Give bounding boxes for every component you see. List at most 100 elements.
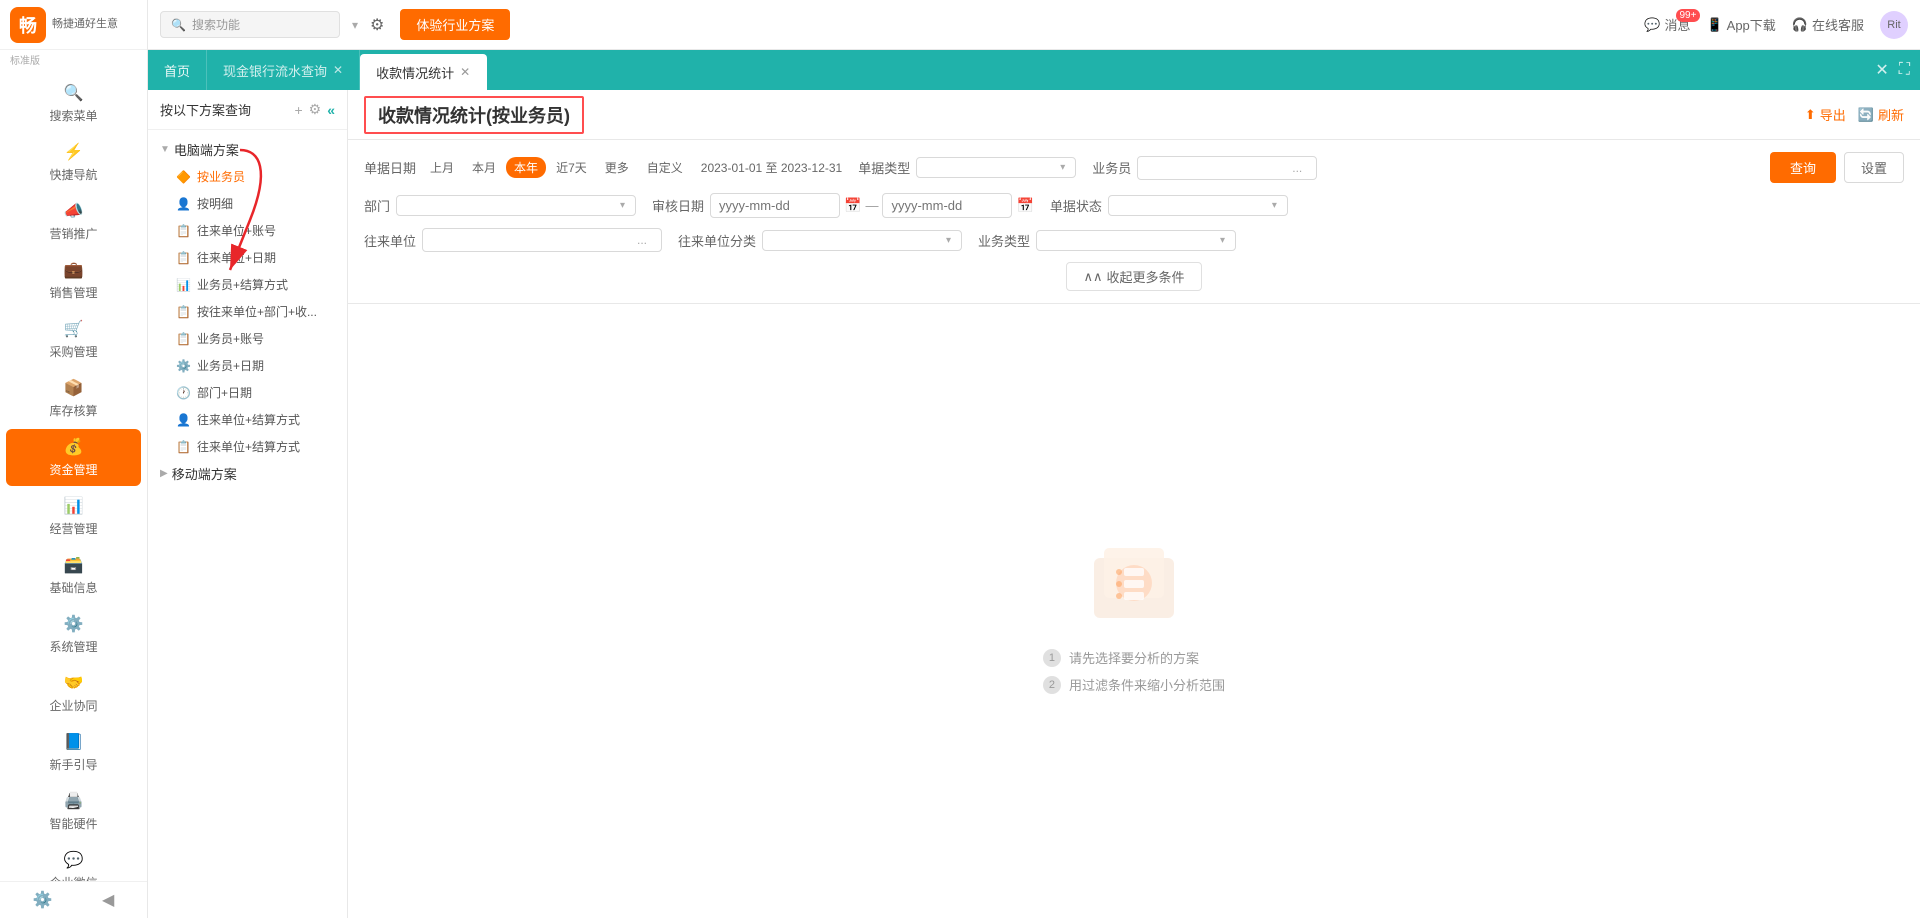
setting-button[interactable]: 设置 xyxy=(1844,152,1904,183)
sidebar-item-system[interactable]: ⚙️ 系统管理 xyxy=(6,606,141,663)
tab-collection-stats[interactable]: 收款情况统计 ✕ xyxy=(360,54,487,90)
sidebar-item-finance[interactable]: 💰 资金管理 xyxy=(6,429,141,486)
sidebar-item-sales[interactable]: 💼 销售管理 xyxy=(6,252,141,309)
tab-close-window-icon[interactable]: ✕ xyxy=(1875,60,1888,80)
logo-area: 畅 畅捷通好生意 xyxy=(0,0,147,50)
scheme-item-unit-date[interactable]: 📋 往来单位+日期 xyxy=(148,244,347,271)
collapse-filter-btn[interactable]: ∧∧ 收起更多条件 xyxy=(1066,262,1201,291)
sidebar-bottom: ⚙️ ◀ xyxy=(0,881,147,918)
marketing-icon: 📣 xyxy=(64,201,84,221)
service-icon: 🎧 xyxy=(1792,17,1808,33)
sidebar-item-enterprise[interactable]: 🤝 企业协同 xyxy=(6,665,141,722)
business-type-select[interactable]: ▾ xyxy=(1036,230,1236,251)
category-mobile[interactable]: ▶ 移动端方案 xyxy=(148,460,347,487)
left-panel: 按以下方案查询 + ⚙ « ▼ 电脑端方案 🔶 按业务员 xyxy=(148,90,348,918)
guide-icon: 📘 xyxy=(64,732,84,752)
scheme-item-detail[interactable]: 👤 按明细 xyxy=(148,190,347,217)
wechat-icon: 💬 xyxy=(64,850,84,870)
sidebar-item-operation[interactable]: 📊 经营管理 xyxy=(6,488,141,545)
scheme-settings-btn[interactable]: ⚙ xyxy=(309,101,322,118)
sidebar-item-hardware[interactable]: 🖨️ 智能硬件 xyxy=(6,783,141,840)
step-2-number: 2 xyxy=(1043,676,1061,694)
department-select[interactable]: ▾ xyxy=(396,195,636,216)
salesperson-select[interactable]: ... xyxy=(1137,156,1317,180)
scheme-item-unit-account[interactable]: 📋 往来单位+账号 xyxy=(148,217,347,244)
scheme-item-by-salesperson[interactable]: 🔶 按业务员 xyxy=(148,163,347,190)
review-date-from[interactable] xyxy=(710,193,840,218)
department-filter: 部门 ▾ xyxy=(364,195,636,216)
online-service-btn[interactable]: 🎧 在线客服 xyxy=(1792,15,1864,34)
query-button[interactable]: 查询 xyxy=(1770,152,1836,183)
refresh-btn[interactable]: 🔄 刷新 xyxy=(1858,105,1904,124)
sidebar-item-wechat[interactable]: 💬 企业微信 xyxy=(6,842,141,881)
user-avatar[interactable]: Rit xyxy=(1880,11,1908,39)
page-title: 收款情况统计(按业务员) xyxy=(378,106,570,126)
salesperson-dots[interactable]: ... xyxy=(1292,161,1302,175)
quick-nav-icon: ⚡ xyxy=(64,142,84,162)
counterparty-label: 往来单位 xyxy=(364,231,416,250)
scheme-item-sales-settlement[interactable]: 📊 业务员+结算方式 xyxy=(148,271,347,298)
sidebar-item-quick-nav[interactable]: ⚡ 快捷导航 xyxy=(6,134,141,191)
review-date-separator: — xyxy=(865,198,878,213)
scheme-item-dept-date[interactable]: 🕐 部门+日期 xyxy=(148,379,347,406)
date-tab-7days[interactable]: 近7天 xyxy=(548,157,595,178)
unit-account-icon: 📋 xyxy=(176,224,191,238)
tab-bank-flow[interactable]: 现金银行流水查询 ✕ xyxy=(207,50,360,90)
review-date-label: 审核日期 xyxy=(652,196,704,215)
empty-illustration xyxy=(1074,528,1194,628)
counterparty-select[interactable]: ... xyxy=(422,228,662,252)
department-label: 部门 xyxy=(364,196,390,215)
counterparty-category-select[interactable]: ▾ xyxy=(762,230,962,251)
logo-icon: 畅 xyxy=(10,7,46,43)
business-type-label: 业务类型 xyxy=(978,231,1030,250)
top-chevron-icon[interactable]: ▾ xyxy=(352,18,358,32)
doc-type-select[interactable]: ▾ xyxy=(916,157,1076,178)
enterprise-icon: 🤝 xyxy=(64,673,84,693)
top-search[interactable]: 🔍 搜索功能 xyxy=(160,11,340,38)
collapse-panel-btn[interactable]: « xyxy=(327,102,335,118)
scheme-active-icon: 🔶 xyxy=(176,170,191,184)
edition-label: 标准版 xyxy=(0,50,147,69)
tab-maximize-icon[interactable]: ⛶ xyxy=(1899,61,1910,79)
sidebar-collapse-btn[interactable]: ◀ xyxy=(102,890,114,910)
sidebar-item-purchase[interactable]: 🛒 采购管理 xyxy=(6,311,141,368)
doc-status-select[interactable]: ▾ xyxy=(1108,195,1288,216)
export-btn[interactable]: ⬆ 导出 xyxy=(1805,105,1846,124)
filter-row-2: 部门 ▾ 审核日期 📅 — xyxy=(364,193,1904,218)
empty-steps: 1 请先选择要分析的方案 2 用过滤条件来缩小分析范围 xyxy=(1043,648,1225,694)
tab-home[interactable]: 首页 xyxy=(148,50,207,90)
date-tab-custom[interactable]: 自定义 xyxy=(639,157,691,178)
date-tab-more[interactable]: 更多 xyxy=(597,157,637,178)
app-download-btn[interactable]: 📱 App下载 xyxy=(1706,15,1775,34)
add-scheme-btn[interactable]: + xyxy=(294,102,302,118)
tab-bank-flow-close[interactable]: ✕ xyxy=(333,63,343,77)
category-desktop[interactable]: ▼ 电脑端方案 xyxy=(148,136,347,163)
date-tab-this-year[interactable]: 本年 xyxy=(506,157,546,178)
counterparty-dots[interactable]: ... xyxy=(637,233,647,247)
sales-settlement-icon: 📊 xyxy=(176,278,191,292)
top-gear-icon[interactable]: ⚙ xyxy=(370,15,384,35)
review-date-to[interactable] xyxy=(882,193,1012,218)
review-date-to-cal-icon[interactable]: 📅 xyxy=(1016,197,1033,214)
scheme-item-unit-settlement2[interactable]: 📋 往来单位+结算方式 xyxy=(148,433,347,460)
search-icon: 🔍 xyxy=(171,18,186,32)
doc-type-arrow: ▾ xyxy=(1060,162,1065,173)
messages-btn[interactable]: 💬 消息 99+ xyxy=(1644,15,1690,34)
sidebar-item-guide[interactable]: 📘 新手引导 xyxy=(6,724,141,781)
scheme-item-unit-dept[interactable]: 📋 按往来单位+部门+收... xyxy=(148,298,347,325)
sidebar-item-basic[interactable]: 🗃️ 基础信息 xyxy=(6,547,141,604)
sidebar-item-marketing[interactable]: 📣 营销推广 xyxy=(6,193,141,250)
review-date-cal-icon[interactable]: 📅 xyxy=(844,197,861,214)
date-tab-last-month[interactable]: 上月 xyxy=(422,157,462,178)
scheme-item-unit-settlement1[interactable]: 👤 往来单位+结算方式 xyxy=(148,406,347,433)
sidebar-item-inventory[interactable]: 📦 库存核算 xyxy=(6,370,141,427)
date-tab-this-month[interactable]: 本月 xyxy=(464,157,504,178)
sidebar-item-search-menu[interactable]: 🔍 搜索菜单 xyxy=(6,75,141,132)
trial-button[interactable]: 体验行业方案 xyxy=(400,9,510,40)
top-bar-right: 💬 消息 99+ 📱 App下载 🎧 在线客服 Rit xyxy=(1644,11,1908,39)
sidebar-settings-btn[interactable]: ⚙️ xyxy=(33,890,53,910)
scheme-item-sales-date[interactable]: ⚙️ 业务员+日期 xyxy=(148,352,347,379)
tab-collection-stats-close[interactable]: ✕ xyxy=(460,65,470,79)
sales-date-icon: ⚙️ xyxy=(176,359,191,373)
scheme-item-sales-account[interactable]: 📋 业务员+账号 xyxy=(148,325,347,352)
